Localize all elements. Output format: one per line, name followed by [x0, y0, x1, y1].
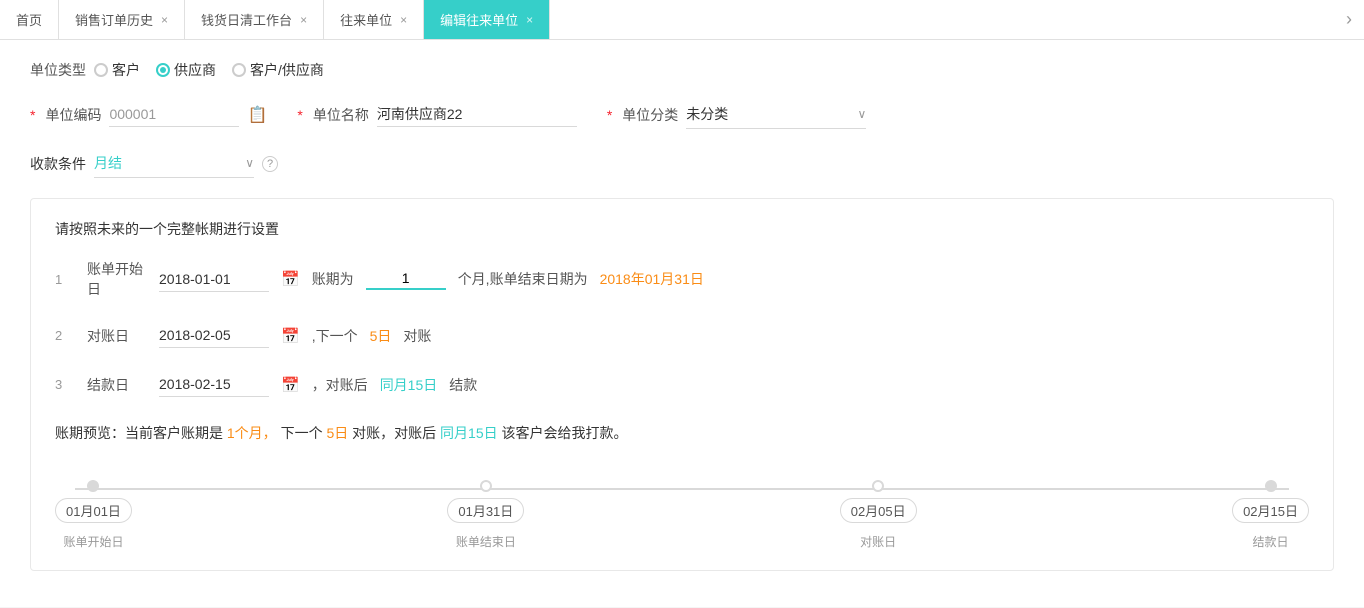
code-input[interactable]: [109, 102, 239, 127]
preview-text: 账期预览：当前客户账期是 1个月， 下一个 5日 对账，对账后 同月15日 该客…: [55, 421, 1309, 446]
start-date-input[interactable]: [159, 267, 269, 292]
tab-sales-history[interactable]: 销售订单历史 ×: [59, 0, 185, 39]
tl-label-3: 结款日: [1253, 533, 1289, 550]
category-value: 未分类: [686, 104, 857, 124]
tab-home[interactable]: 首页: [0, 0, 59, 39]
radio-circle-both: [232, 63, 246, 77]
tl-badge-3: 02月15日: [1232, 498, 1309, 523]
radio-customer[interactable]: 客户: [94, 60, 140, 80]
code-field: * 单位编码 📋: [30, 102, 267, 127]
radio-supplier[interactable]: 供应商: [156, 60, 216, 80]
period-row-num-1: 1: [55, 272, 75, 287]
radio-circle-supplier: [156, 63, 170, 77]
tl-badge-1: 01月31日: [447, 498, 524, 523]
timeline-point-2: 02月05日 对账日: [840, 480, 917, 550]
category-select[interactable]: 未分类 ∨: [686, 100, 866, 129]
tl-label-0: 账单开始日: [63, 533, 123, 550]
cal-icon-3[interactable]: 📅: [281, 376, 300, 394]
radio-group: 客户 供应商 客户/供应商: [94, 60, 324, 80]
timeline-points: 01月01日 账单开始日 01月31日 账单结束日 02月05日 对账日 02月…: [55, 480, 1309, 550]
tab-edit-counterparty[interactable]: 编辑往来单位 ×: [424, 0, 550, 39]
preview-settlement: 同月15日: [440, 425, 498, 441]
close-sales-history[interactable]: ×: [161, 13, 168, 27]
name-input[interactable]: [377, 102, 577, 127]
category-chevron-icon: ∨: [857, 107, 866, 121]
name-required: *: [297, 107, 302, 123]
preview-middle: 下一个: [281, 425, 323, 441]
tl-dot-3: [1265, 480, 1277, 492]
card-section: 请按照未来的一个完整帐期进行设置 1 账单开始日 📅 账期为 个月,账单结束日期…: [30, 198, 1334, 571]
tl-label-1: 账单结束日: [456, 533, 516, 550]
tab-more-button[interactable]: ›: [1334, 9, 1364, 30]
category-label: 单位分类: [622, 105, 678, 125]
period-label-2: 对账日: [87, 326, 147, 346]
settlement-day: 同月15日: [380, 375, 438, 395]
close-counterparty[interactable]: ×: [400, 13, 407, 27]
tl-badge-2: 02月05日: [840, 498, 917, 523]
main-content: 单位类型 客户 供应商 客户/供应商 * 单位编码: [0, 40, 1364, 607]
unit-type-row: 单位类型 客户 供应商 客户/供应商: [30, 60, 1334, 80]
period-row-num-3: 3: [55, 377, 75, 392]
reconcile-suffix: 对账: [403, 326, 431, 346]
preview-end: 该客户会给我打款。: [502, 425, 628, 441]
period-label-1: 账单开始日: [87, 259, 147, 299]
tab-counterparty[interactable]: 往来单位 ×: [324, 0, 424, 39]
radio-circle-customer: [94, 63, 108, 77]
name-field: * 单位名称: [297, 102, 576, 127]
period-row-3: 3 结款日 📅 ，对账后 同月15日 结款: [55, 372, 1309, 397]
tab-bar: 首页 销售订单历史 × 钱货日清工作台 × 往来单位 × 编辑往来单位 × ›: [0, 0, 1364, 40]
code-label: 单位编码: [45, 105, 101, 125]
period-row-2: 2 对账日 📅 ,下一个 5日 对账: [55, 323, 1309, 348]
name-label: 单位名称: [313, 105, 369, 125]
timeline-point-1: 01月31日 账单结束日: [447, 480, 524, 550]
card-description: 请按照未来的一个完整帐期进行设置: [55, 219, 1309, 239]
reconcile-date-input[interactable]: [159, 323, 269, 348]
settlement-prefix: ，对账后: [312, 375, 368, 395]
period-row-num-2: 2: [55, 328, 75, 343]
cal-icon-1[interactable]: 📅: [281, 270, 300, 288]
period-label-3: 结款日: [87, 375, 147, 395]
tl-dot-1: [480, 480, 492, 492]
preview-day: 5日: [326, 425, 348, 441]
payment-chevron-icon: ∨: [245, 156, 254, 170]
tl-badge-0: 01月01日: [55, 498, 132, 523]
cal-icon-2[interactable]: 📅: [281, 327, 300, 345]
code-required: *: [30, 107, 35, 123]
tl-dot-2: [872, 480, 884, 492]
code-icon[interactable]: 📋: [247, 105, 267, 125]
period-num-input[interactable]: [366, 268, 446, 290]
timeline-point-0: 01月01日 账单开始日: [55, 480, 132, 550]
category-required: *: [607, 107, 612, 123]
timeline-point-3: 02月15日 结款日: [1232, 480, 1309, 550]
unit-type-field: 单位类型 客户 供应商 客户/供应商: [30, 60, 324, 80]
settlement-suffix: 结款: [449, 375, 477, 395]
payment-row: 收款条件 月结 ∨ ?: [30, 149, 1334, 178]
reconcile-day: 5日: [370, 326, 392, 346]
help-icon[interactable]: ?: [262, 156, 278, 172]
payment-select[interactable]: 月结 ∨: [94, 149, 254, 178]
tl-dot-0: [87, 480, 99, 492]
radio-both[interactable]: 客户/供应商: [232, 60, 324, 80]
unit-info-row: * 单位编码 📋 * 单位名称 * 单位分类 未分类 ∨: [30, 100, 1334, 129]
preview-mid2: 对账，对账后: [352, 425, 440, 441]
period-suffix-label: 账期为: [312, 269, 354, 289]
payment-label: 收款条件: [30, 154, 86, 174]
timeline: 01月01日 账单开始日 01月31日 账单结束日 02月05日 对账日 02月…: [55, 470, 1309, 550]
payment-value: 月结: [94, 153, 245, 173]
period-end-date: 2018年01月31日: [600, 269, 704, 289]
tl-label-2: 对账日: [860, 533, 896, 550]
period-row-1: 1 账单开始日 📅 账期为 个月,账单结束日期为 2018年01月31日: [55, 259, 1309, 299]
category-field: * 单位分类 未分类 ∨: [607, 100, 866, 129]
close-cash-work[interactable]: ×: [300, 13, 307, 27]
preview-label: 账期预览：当前客户账期是: [55, 425, 223, 441]
unit-type-label: 单位类型: [30, 60, 86, 80]
settlement-date-input[interactable]: [159, 372, 269, 397]
preview-period: 1个月，: [227, 425, 277, 441]
close-edit-counterparty[interactable]: ×: [526, 13, 533, 27]
reconcile-prefix: ,下一个: [312, 326, 358, 346]
tab-cash-work[interactable]: 钱货日清工作台 ×: [185, 0, 324, 39]
period-unit-text: 个月,账单结束日期为: [458, 269, 588, 289]
